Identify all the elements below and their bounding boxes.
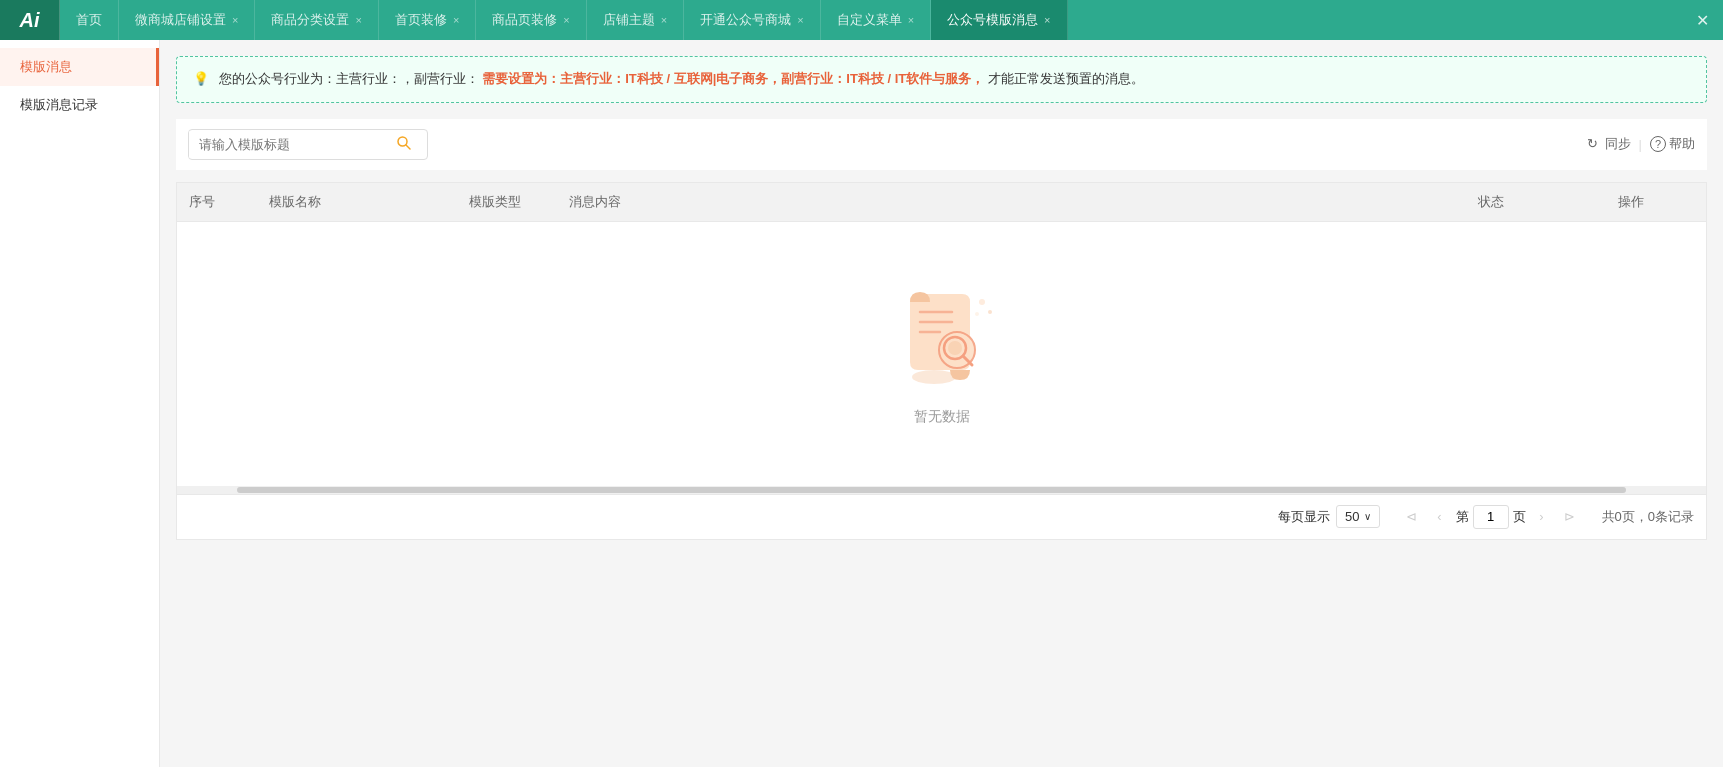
scrollbar-thumb[interactable] (237, 487, 1626, 493)
divider: | (1639, 137, 1642, 152)
tab-store-theme[interactable]: 店铺主题 × (587, 0, 684, 40)
empty-text: 暂无数据 (914, 408, 970, 426)
col-header-content: 消息内容 (557, 183, 1466, 221)
sidebar-item-template-message[interactable]: 模版消息 (0, 48, 159, 86)
table-header: 序号 模版名称 模版类型 消息内容 状态 操作 (177, 183, 1706, 222)
first-page-button[interactable]: ⊲ (1400, 505, 1424, 529)
sidebar-item-template-message-log[interactable]: 模版消息记录 (0, 86, 159, 124)
horizontal-scrollbar[interactable] (177, 486, 1706, 494)
chevron-down-icon: ∨ (1364, 511, 1371, 522)
svg-point-11 (988, 310, 992, 314)
main-content: 💡 您的公众号行业为：主营行业：，副营行业： 需要设置为：主营行业：IT科技 /… (160, 40, 1723, 767)
tab-home[interactable]: 首页 (60, 0, 119, 40)
sidebar: 模版消息 模版消息记录 (0, 40, 160, 767)
toolbar-right: ↻ 同步 | ? 帮助 (1587, 135, 1695, 153)
col-header-status: 状态 (1466, 183, 1606, 221)
empty-state: 暂无数据 (177, 222, 1706, 486)
close-tab-category-settings[interactable]: × (355, 14, 361, 26)
col-header-seq: 序号 (177, 183, 257, 221)
page-size-dropdown[interactable]: 50 ∨ (1336, 505, 1379, 528)
svg-line-1 (406, 145, 410, 149)
tab-template-message[interactable]: 公众号模版消息 × (931, 0, 1067, 40)
close-tab-store-settings[interactable]: × (232, 14, 238, 26)
svg-point-9 (948, 341, 962, 355)
sync-icon: ↻ (1587, 136, 1598, 151)
search-input-wrap (188, 129, 428, 160)
col-header-type: 模版类型 (457, 183, 557, 221)
close-tab-custom-menu[interactable]: × (908, 14, 914, 26)
search-input[interactable] (189, 131, 389, 158)
page-number-input[interactable] (1473, 505, 1509, 529)
notice-box: 💡 您的公众号行业为：主营行业：，副营行业： 需要设置为：主营行业：IT科技 /… (176, 56, 1707, 103)
search-button[interactable] (389, 130, 419, 159)
search-bar: ↻ 同步 | ? 帮助 (176, 119, 1707, 170)
page-size-select: 每页显示 50 ∨ (1278, 505, 1379, 528)
tab-store-settings[interactable]: 微商城店铺设置 × (119, 0, 255, 40)
data-table: 序号 模版名称 模版类型 消息内容 状态 操作 (176, 182, 1707, 540)
close-tab-store-theme[interactable]: × (661, 14, 667, 26)
empty-illustration (882, 282, 1002, 392)
close-tab-product-design[interactable]: × (563, 14, 569, 26)
top-navigation: Ai 首页 微商城店铺设置 × 商品分类设置 × 首页装修 × 商品页装修 × … (0, 0, 1723, 40)
svg-point-10 (979, 299, 985, 305)
tab-homepage-design[interactable]: 首页装修 × (379, 0, 476, 40)
col-header-action: 操作 (1606, 183, 1706, 221)
main-layout: 模版消息 模版消息记录 💡 您的公众号行业为：主营行业：，副营行业： 需要设置为… (0, 40, 1723, 767)
help-icon: ? (1650, 136, 1666, 152)
next-page-button[interactable]: › (1530, 505, 1554, 529)
page-navigation: ⊲ ‹ 第 页 › ⊳ (1400, 505, 1582, 529)
last-page-button[interactable]: ⊳ (1558, 505, 1582, 529)
prev-page-button[interactable]: ‹ (1428, 505, 1452, 529)
close-tab-homepage-design[interactable]: × (453, 14, 459, 26)
close-tab-open-mall[interactable]: × (797, 14, 803, 26)
svg-point-2 (912, 370, 956, 384)
svg-point-12 (975, 312, 979, 316)
sync-button[interactable]: ↻ 同步 (1587, 135, 1631, 153)
close-tab-template-message[interactable]: × (1044, 14, 1050, 26)
close-all-tabs[interactable]: ✕ (1682, 11, 1723, 30)
app-logo: Ai (0, 0, 60, 40)
pagination: 每页显示 50 ∨ ⊲ ‹ 第 页 › ⊳ 共0页，0条记录 (177, 494, 1706, 539)
page-total: 共0页，0条记录 (1602, 508, 1694, 526)
tab-category-settings[interactable]: 商品分类设置 × (255, 0, 378, 40)
tab-product-design[interactable]: 商品页装修 × (476, 0, 586, 40)
tab-custom-menu[interactable]: 自定义菜单 × (821, 0, 931, 40)
lightbulb-icon: 💡 (193, 71, 209, 86)
help-button[interactable]: ? 帮助 (1650, 135, 1695, 153)
tab-open-mall[interactable]: 开通公众号商城 × (684, 0, 820, 40)
col-header-name: 模版名称 (257, 183, 457, 221)
